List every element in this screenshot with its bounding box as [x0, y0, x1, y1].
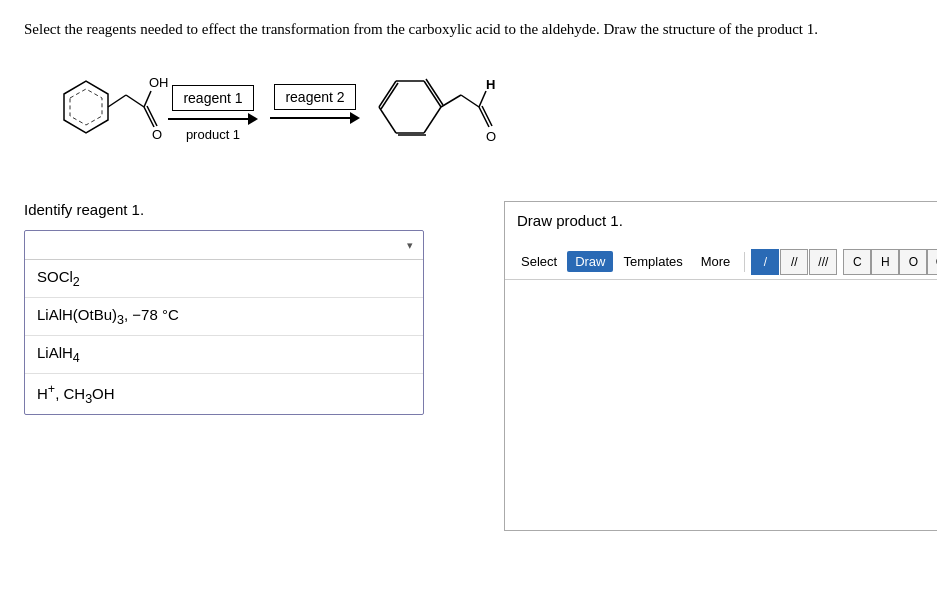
svg-line-10	[381, 83, 398, 109]
svg-line-22	[479, 91, 486, 107]
svg-line-13	[426, 79, 443, 105]
option-h-meoh[interactable]: H+, CH3OH	[25, 374, 423, 414]
atom-h-button[interactable]: H	[871, 249, 899, 275]
identify-reagent-label: Identify reagent 1.	[24, 201, 464, 218]
dropdown-options: SOCl2 LiAlH(OtBu)3, −78 °C LiAlH4 H+, CH…	[25, 259, 423, 414]
templates-tool-button[interactable]: Templates	[615, 251, 690, 272]
triple-bond-button[interactable]: ///	[809, 249, 837, 275]
svg-marker-1	[70, 89, 102, 125]
draw-tool-button[interactable]: Draw	[567, 251, 613, 272]
draw-product-label: Draw product 1.	[505, 202, 937, 233]
toolbar-separator	[744, 252, 745, 272]
svg-line-14	[424, 107, 441, 133]
chevron-down-icon: ▾	[407, 238, 413, 251]
atom-o-button[interactable]: O	[899, 249, 927, 275]
arrow-1: reagent 1 product 1	[168, 85, 258, 142]
draw-canvas[interactable]	[505, 280, 937, 530]
atom-cl-button[interactable]: Cl	[927, 249, 937, 275]
option-socl2[interactable]: SOCl2	[25, 260, 423, 298]
main-content: Identify reagent 1. ▾ SOCl2 LiAlH(OtBu)3…	[24, 201, 913, 531]
product1-label-below: product 1	[186, 127, 240, 142]
svg-line-17	[379, 107, 396, 133]
svg-text:O: O	[486, 129, 496, 144]
right-panel: Draw product 1. Select Draw Templates Mo…	[504, 201, 937, 531]
instruction-text: Select the reagents needed to effect the…	[24, 18, 904, 41]
svg-line-18	[441, 95, 461, 107]
svg-line-3	[126, 95, 144, 107]
arrow-2: reagent 2	[270, 84, 360, 144]
bond-buttons: / // ///	[751, 249, 837, 275]
svg-text:OH: OH	[149, 75, 169, 90]
more-tool-button[interactable]: More	[693, 251, 739, 272]
molecule-1: OH O	[34, 59, 164, 169]
option-lialh4[interactable]: LiAlH4	[25, 336, 423, 374]
double-bond-button[interactable]: //	[780, 249, 808, 275]
svg-text:O: O	[152, 127, 162, 142]
svg-line-9	[379, 81, 396, 107]
atom-buttons: C H O Cl	[843, 249, 937, 275]
svg-line-6	[144, 91, 151, 107]
svg-line-2	[108, 95, 126, 107]
svg-text:H: H	[486, 77, 495, 92]
select-tool-button[interactable]: Select	[513, 251, 565, 272]
svg-line-12	[424, 81, 441, 107]
svg-line-19	[461, 95, 479, 107]
reaction-diagram: OH O reagent 1 product 1 reagent 2	[34, 59, 913, 169]
reagent1-box: reagent 1	[172, 85, 253, 111]
reagent2-box: reagent 2	[274, 84, 355, 110]
option-lialh-otbu[interactable]: LiAlH(OtBu)3, −78 °C	[25, 298, 423, 336]
dropdown-header[interactable]: ▾	[25, 231, 423, 259]
draw-toolbar: Select Draw Templates More / // /// C H …	[505, 245, 937, 280]
reagent-dropdown[interactable]: ▾ SOCl2 LiAlH(OtBu)3, −78 °C LiAlH4 H+, …	[24, 230, 424, 415]
left-panel: Identify reagent 1. ▾ SOCl2 LiAlH(OtBu)3…	[24, 201, 464, 415]
atom-c-button[interactable]: C	[843, 249, 871, 275]
molecule-2: H O	[364, 59, 504, 169]
single-bond-button[interactable]: /	[751, 249, 779, 275]
